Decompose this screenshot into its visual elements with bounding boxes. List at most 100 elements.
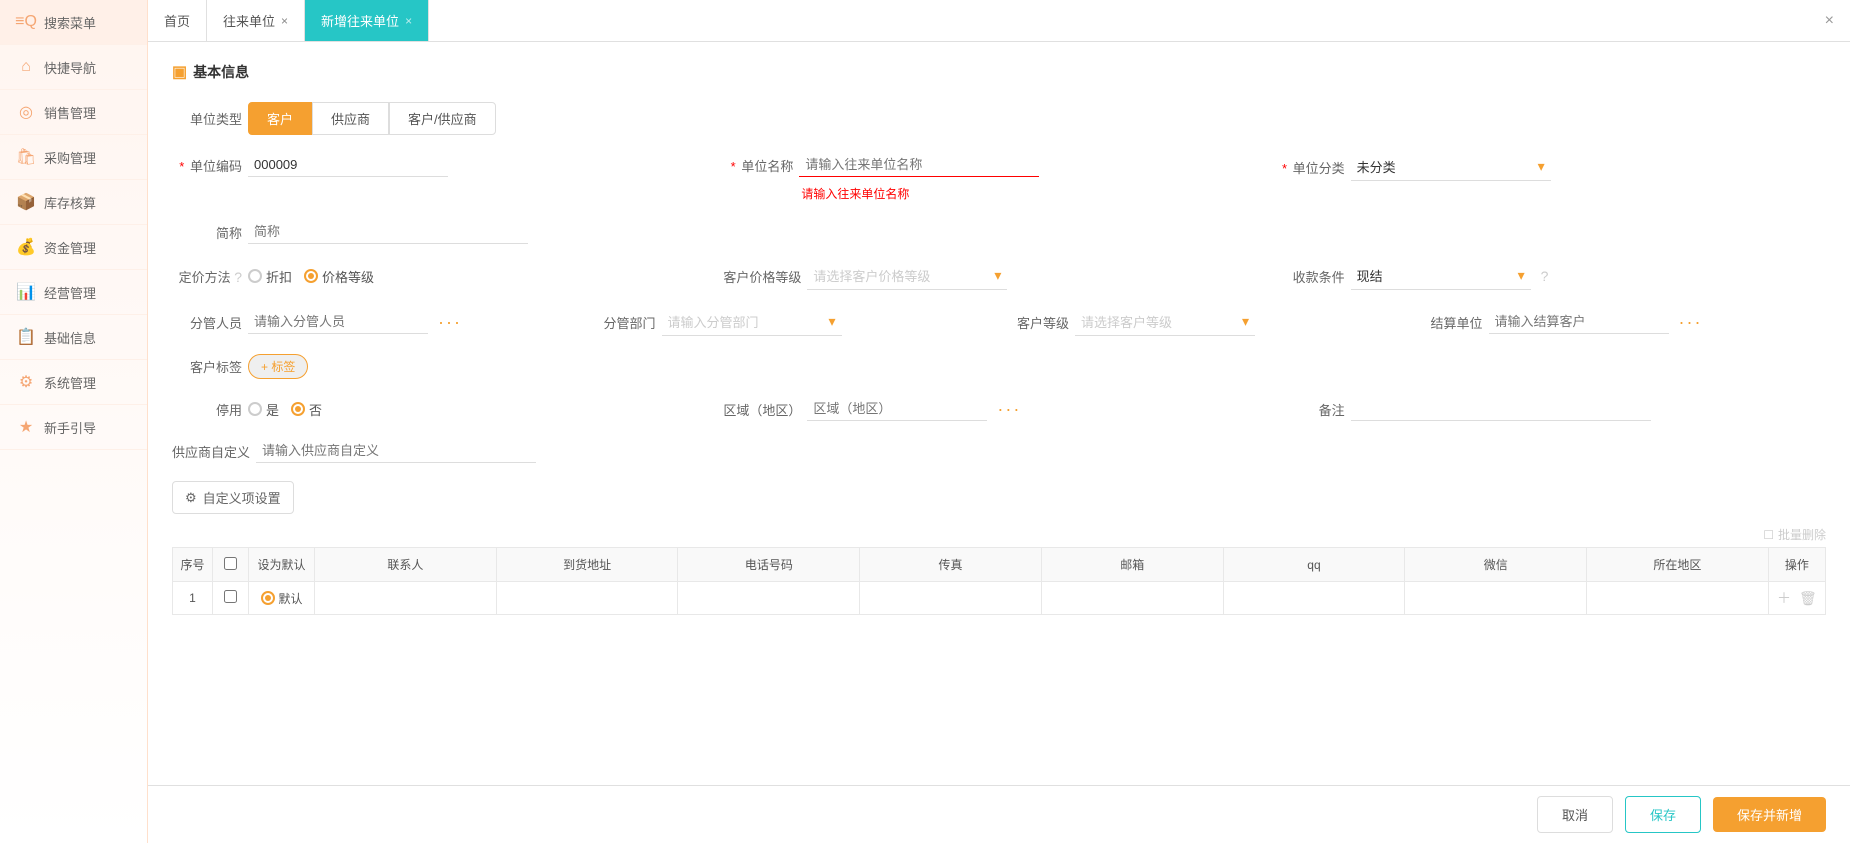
row-checkbox[interactable] bbox=[224, 590, 237, 603]
address-input[interactable] bbox=[503, 591, 672, 605]
sidebar-item-inventory[interactable]: 📦 库存核算 bbox=[0, 180, 147, 225]
department-field: 分管部门 请输入分管部门 ▾ bbox=[586, 308, 1000, 336]
tab-partners[interactable]: 往来单位 × bbox=[207, 0, 305, 41]
sidebar-item-finance[interactable]: 💰 资金管理 bbox=[0, 225, 147, 270]
col-contact: 联系人 bbox=[315, 548, 497, 582]
operations-icon: 📊 bbox=[16, 282, 36, 302]
contact-input[interactable] bbox=[321, 591, 490, 605]
sidebar-item-search[interactable]: ≡Q 搜索菜单 bbox=[0, 0, 147, 45]
sidebar-item-guide[interactable]: ★ 新手引导 bbox=[0, 405, 147, 450]
area-input[interactable] bbox=[1593, 591, 1762, 605]
short-name-input[interactable] bbox=[248, 220, 528, 244]
window-close-button[interactable]: × bbox=[1809, 12, 1850, 30]
cell-seq: 1 bbox=[173, 582, 213, 615]
pricing-help-icon[interactable]: ? bbox=[234, 269, 242, 285]
settlement-unit-input[interactable] bbox=[1489, 310, 1669, 334]
pricing-discount-option[interactable]: 折扣 bbox=[248, 267, 292, 286]
payment-terms-select[interactable]: 现结 ▾ bbox=[1351, 262, 1531, 290]
add-tag-button[interactable]: + 标签 bbox=[248, 354, 308, 379]
sidebar-item-label: 快捷导航 bbox=[44, 58, 96, 77]
qq-input[interactable] bbox=[1230, 591, 1399, 605]
home-icon: ⌂ bbox=[16, 57, 36, 77]
main-content: 首页 往来单位 × 新增往来单位 × × ▣ 基本信息 单位类型 客户 供应商 … bbox=[148, 0, 1850, 843]
sidebar-item-sales[interactable]: ◎ 销售管理 bbox=[0, 90, 147, 135]
unit-name-input[interactable] bbox=[799, 153, 1039, 177]
sidebar-item-operations[interactable]: 📊 经营管理 bbox=[0, 270, 147, 315]
type-btn-customer[interactable]: 客户 bbox=[248, 102, 312, 135]
tab-home[interactable]: 首页 bbox=[148, 0, 207, 41]
unit-code-input[interactable] bbox=[248, 153, 448, 177]
col-action: 操作 bbox=[1768, 548, 1825, 582]
sidebar-item-quick-nav[interactable]: ⌂ 快捷导航 bbox=[0, 45, 147, 90]
supplier-custom-input[interactable] bbox=[256, 439, 536, 463]
save-and-new-button[interactable]: 保存并新增 bbox=[1713, 797, 1826, 832]
email-input[interactable] bbox=[1048, 591, 1217, 605]
customer-price-level-select[interactable]: 请选择客户价格等级 ▾ bbox=[807, 262, 1007, 290]
pricing-level-option[interactable]: 价格等级 bbox=[304, 267, 374, 286]
settlement-unit-field: 结算单位 ··· bbox=[1413, 310, 1827, 334]
department-select[interactable]: 请输入分管部门 ▾ bbox=[662, 308, 842, 336]
payment-terms-label: 收款条件 bbox=[1275, 267, 1345, 286]
wechat-input[interactable] bbox=[1411, 591, 1580, 605]
search-menu-icon: ≡Q bbox=[16, 12, 36, 32]
tags-field: 客户标签 + 标签 bbox=[172, 354, 1826, 379]
unit-category-value: 未分类 bbox=[1357, 157, 1534, 176]
custom-settings-label: 自定义项设置 bbox=[203, 488, 281, 507]
manager-dots-btn[interactable]: ··· bbox=[434, 312, 466, 333]
settlement-dots-btn[interactable]: ··· bbox=[1675, 312, 1707, 333]
sidebar-item-label: 销售管理 bbox=[44, 103, 96, 122]
cell-contact[interactable] bbox=[315, 582, 497, 615]
purchase-icon: 🛍 bbox=[16, 147, 36, 167]
cell-email[interactable] bbox=[1041, 582, 1223, 615]
manager-field: 分管人员 ··· bbox=[172, 310, 586, 334]
payment-terms-help-icon[interactable]: ? bbox=[1541, 268, 1549, 284]
fax-input[interactable] bbox=[866, 591, 1035, 605]
batch-delete-button[interactable]: ☐ 批量删除 bbox=[1763, 526, 1826, 543]
sidebar-item-system[interactable]: ⚙ 系统管理 bbox=[0, 360, 147, 405]
disabled-no-radio[interactable] bbox=[291, 402, 305, 416]
tab-partners-close[interactable]: × bbox=[281, 14, 288, 28]
custom-settings-button[interactable]: ⚙ 自定义项设置 bbox=[172, 481, 294, 514]
remarks-input[interactable] bbox=[1351, 397, 1651, 421]
sidebar-item-basic-info[interactable]: 📋 基础信息 bbox=[0, 315, 147, 360]
remarks-field: 备注 bbox=[1275, 397, 1826, 421]
cancel-button[interactable]: 取消 bbox=[1537, 796, 1613, 833]
cell-wechat[interactable] bbox=[1405, 582, 1587, 615]
cell-fax[interactable] bbox=[860, 582, 1042, 615]
customer-level-select[interactable]: 请选择客户等级 ▾ bbox=[1075, 308, 1255, 336]
short-name-label: 简称 bbox=[172, 223, 242, 242]
pricing-discount-radio[interactable] bbox=[248, 269, 262, 283]
region-input[interactable] bbox=[807, 397, 987, 421]
add-row-button[interactable]: ＋ bbox=[1777, 588, 1791, 608]
phone-input[interactable] bbox=[684, 591, 853, 605]
unit-code-label: * 单位编码 bbox=[172, 156, 242, 175]
default-radio[interactable] bbox=[261, 591, 275, 605]
cell-address[interactable] bbox=[496, 582, 678, 615]
pricing-level-radio[interactable] bbox=[304, 269, 318, 283]
disabled-no-option[interactable]: 否 bbox=[291, 400, 322, 419]
disabled-yes-radio[interactable] bbox=[248, 402, 262, 416]
select-all-checkbox[interactable] bbox=[224, 557, 237, 570]
tab-new-partner-close[interactable]: × bbox=[405, 14, 412, 28]
unit-category-select[interactable]: 未分类 ▾ bbox=[1351, 153, 1551, 181]
unit-name-required: * bbox=[731, 159, 736, 174]
remarks-label: 备注 bbox=[1275, 400, 1345, 419]
sidebar-item-purchase[interactable]: 🛍 采购管理 bbox=[0, 135, 147, 180]
cell-qq[interactable] bbox=[1223, 582, 1405, 615]
save-button[interactable]: 保存 bbox=[1625, 796, 1701, 833]
unit-type-row: 单位类型 客户 供应商 客户/供应商 bbox=[172, 102, 1826, 135]
manager-input[interactable] bbox=[248, 310, 428, 334]
cell-area[interactable] bbox=[1587, 582, 1769, 615]
disabled-yes-option[interactable]: 是 bbox=[248, 400, 279, 419]
type-btn-supplier[interactable]: 供应商 bbox=[312, 102, 389, 135]
tab-new-partner[interactable]: 新增往来单位 × bbox=[305, 0, 429, 41]
col-seq: 序号 bbox=[173, 548, 213, 582]
col-email: 邮箱 bbox=[1041, 548, 1223, 582]
table-header-row: 序号 设为默认 联系人 到货地址 电话号码 传真 邮箱 qq 微信 所在地区 操… bbox=[173, 548, 1826, 582]
delete-row-button[interactable]: 🗑 bbox=[1799, 590, 1817, 607]
region-dots-btn[interactable]: ··· bbox=[993, 399, 1025, 420]
unit-type-label: 单位类型 bbox=[172, 109, 242, 128]
type-btn-both[interactable]: 客户/供应商 bbox=[389, 102, 496, 135]
unit-category-arrow-icon: ▾ bbox=[1538, 158, 1545, 175]
cell-phone[interactable] bbox=[678, 582, 860, 615]
